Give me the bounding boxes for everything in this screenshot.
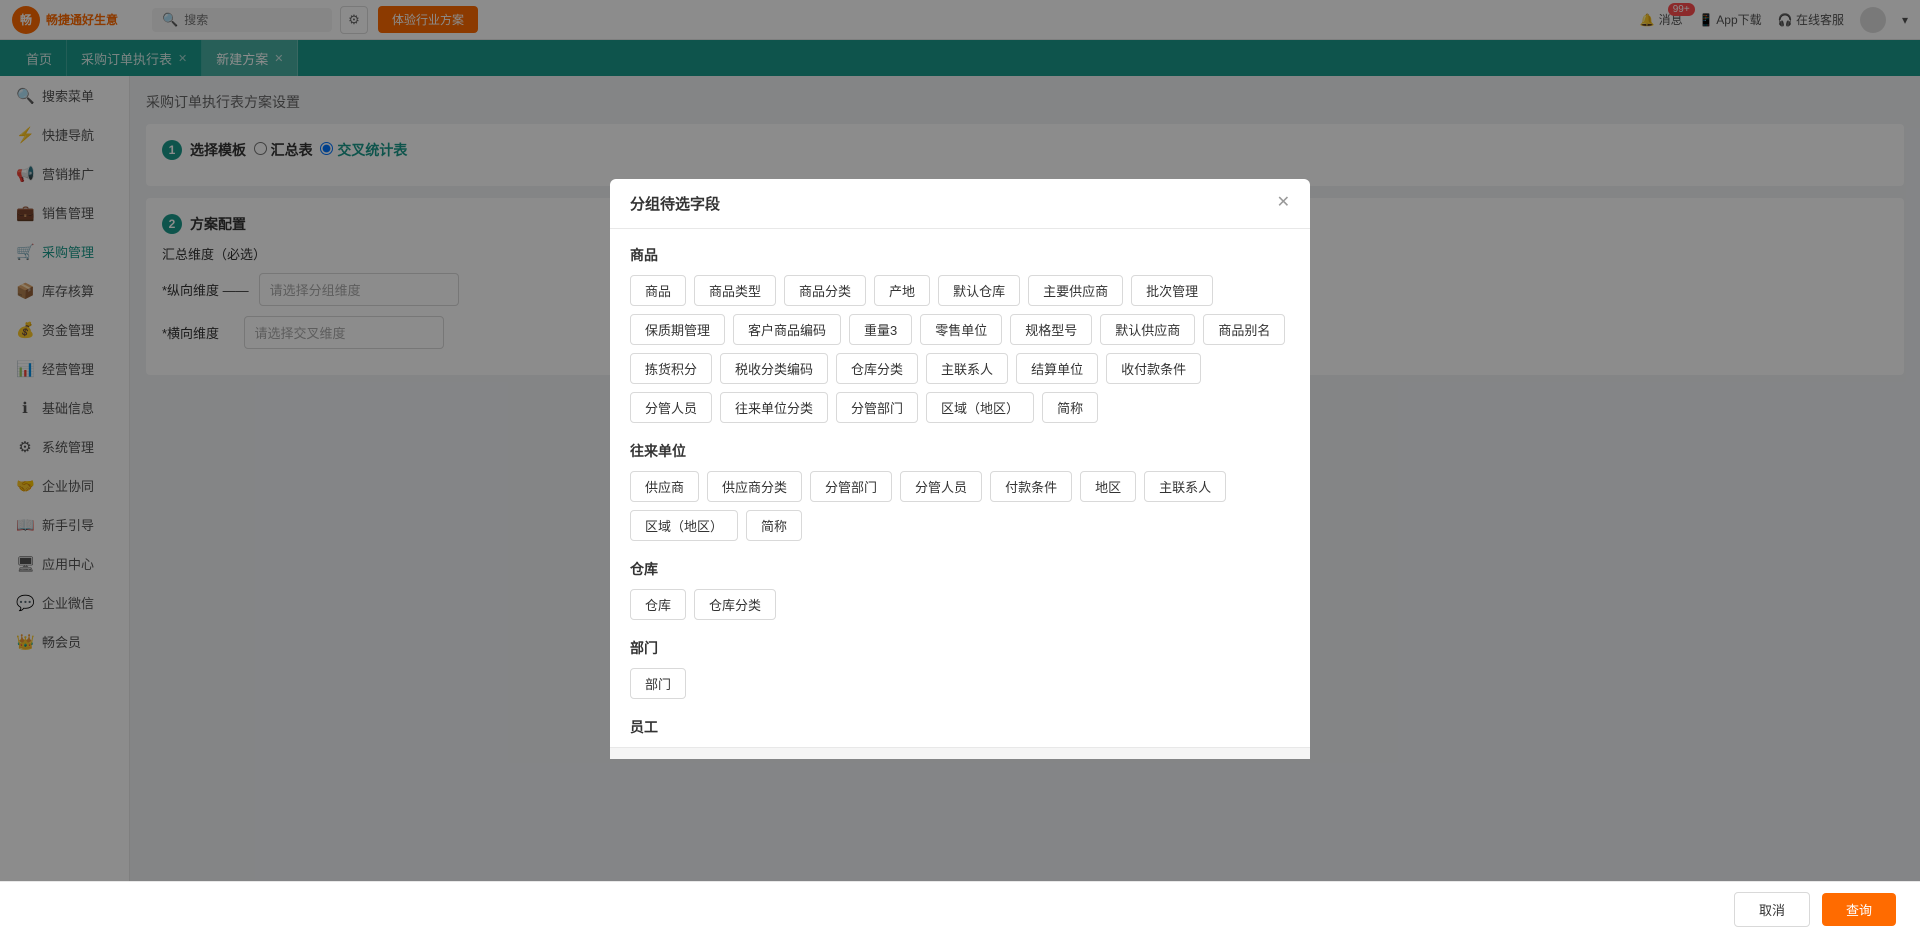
field-tag-main-contact[interactable]: 主联系人 bbox=[926, 353, 1008, 384]
field-tag-abbr[interactable]: 简称 bbox=[1042, 392, 1098, 423]
modal-footer: 取消 查询 bbox=[0, 881, 1920, 937]
field-tag-customer-code[interactable]: 客户商品编码 bbox=[733, 314, 841, 345]
modal-body: 商品 商品 商品类型 商品分类 产地 默认仓库 主要供应商 批次管理 保质期管理… bbox=[610, 229, 1310, 747]
cancel-button[interactable]: 取消 bbox=[1734, 892, 1810, 927]
section-warehouse: 仓库 仓库 仓库分类 bbox=[630, 559, 1290, 620]
counterpart-field-tags: 供应商 供应商分类 分管部门 分管人员 付款条件 地区 主联系人 区域（地区） … bbox=[630, 471, 1290, 541]
field-tag-supervisor[interactable]: 分管人员 bbox=[630, 392, 712, 423]
field-tag-supplier[interactable]: 供应商 bbox=[630, 471, 699, 502]
field-tag-main-supplier[interactable]: 主要供应商 bbox=[1028, 275, 1123, 306]
warehouse-field-tags: 仓库 仓库分类 bbox=[630, 589, 1290, 620]
modal-horizontal-scroll[interactable] bbox=[610, 747, 1310, 759]
field-tag-area[interactable]: 地区 bbox=[1080, 471, 1136, 502]
section-dept: 部门 部门 bbox=[630, 638, 1290, 699]
field-tag-person-sup[interactable]: 分管人员 bbox=[900, 471, 982, 502]
section-goods: 商品 商品 商品类型 商品分类 产地 默认仓库 主要供应商 批次管理 保质期管理… bbox=[630, 245, 1290, 423]
field-tag-warehouse-category[interactable]: 仓库分类 bbox=[836, 353, 918, 384]
field-tag-dept[interactable]: 部门 bbox=[630, 668, 686, 699]
section-goods-title: 商品 bbox=[630, 245, 1290, 265]
section-warehouse-title: 仓库 bbox=[630, 559, 1290, 579]
field-tag-supplier-category[interactable]: 供应商分类 bbox=[707, 471, 802, 502]
field-tag-counterpart-category[interactable]: 往来单位分类 bbox=[720, 392, 828, 423]
field-tag-settlement-unit[interactable]: 结算单位 bbox=[1016, 353, 1098, 384]
goods-field-tags: 商品 商品类型 商品分类 产地 默认仓库 主要供应商 批次管理 保质期管理 客户… bbox=[630, 275, 1290, 423]
field-tag-retail-unit[interactable]: 零售单位 bbox=[920, 314, 1002, 345]
field-select-modal: 分组待选字段 ✕ 商品 商品 商品类型 商品分类 产地 默认仓库 主要供应商 批… bbox=[610, 179, 1310, 759]
field-tag-region2[interactable]: 区域（地区） bbox=[630, 510, 738, 541]
field-tag-expire-manage[interactable]: 保质期管理 bbox=[630, 314, 725, 345]
field-tag-pick-points[interactable]: 拣货积分 bbox=[630, 353, 712, 384]
confirm-button[interactable]: 查询 bbox=[1822, 893, 1896, 926]
modal-overlay: 分组待选字段 ✕ 商品 商品 商品类型 商品分类 产地 默认仓库 主要供应商 批… bbox=[0, 0, 1920, 937]
field-tag-batch-manage[interactable]: 批次管理 bbox=[1131, 275, 1213, 306]
field-tag-abbr2[interactable]: 简称 bbox=[746, 510, 802, 541]
field-tag-warehouse[interactable]: 仓库 bbox=[630, 589, 686, 620]
section-counterpart-title: 往来单位 bbox=[630, 441, 1290, 461]
section-employee: 员工 业务员 bbox=[630, 717, 1290, 747]
field-tag-default-warehouse[interactable]: 默认仓库 bbox=[938, 275, 1020, 306]
field-tag-origin[interactable]: 产地 bbox=[874, 275, 930, 306]
field-tag-goods-category[interactable]: 商品分类 bbox=[784, 275, 866, 306]
modal-header: 分组待选字段 ✕ bbox=[610, 179, 1310, 229]
field-tag-goods[interactable]: 商品 bbox=[630, 275, 686, 306]
field-tag-warehouse-cat[interactable]: 仓库分类 bbox=[694, 589, 776, 620]
field-tag-main-contact2[interactable]: 主联系人 bbox=[1144, 471, 1226, 502]
modal-title: 分组待选字段 bbox=[630, 193, 720, 214]
field-tag-dept-supervisor[interactable]: 分管部门 bbox=[836, 392, 918, 423]
section-counterpart: 往来单位 供应商 供应商分类 分管部门 分管人员 付款条件 地区 主联系人 区域… bbox=[630, 441, 1290, 541]
modal-close-button[interactable]: ✕ bbox=[1277, 195, 1290, 211]
section-dept-title: 部门 bbox=[630, 638, 1290, 658]
field-tag-dept-sup[interactable]: 分管部门 bbox=[810, 471, 892, 502]
field-tag-tax-code[interactable]: 税收分类编码 bbox=[720, 353, 828, 384]
field-tag-default-supplier[interactable]: 默认供应商 bbox=[1100, 314, 1195, 345]
field-tag-payment-terms[interactable]: 收付款条件 bbox=[1106, 353, 1201, 384]
field-tag-region[interactable]: 区域（地区） bbox=[926, 392, 1034, 423]
field-tag-weight3[interactable]: 重量3 bbox=[849, 314, 912, 345]
field-tag-payment-cond[interactable]: 付款条件 bbox=[990, 471, 1072, 502]
dept-field-tags: 部门 bbox=[630, 668, 1290, 699]
field-tag-goods-alias[interactable]: 商品别名 bbox=[1203, 314, 1285, 345]
field-tag-spec-model[interactable]: 规格型号 bbox=[1010, 314, 1092, 345]
field-tag-goods-type[interactable]: 商品类型 bbox=[694, 275, 776, 306]
section-employee-title: 员工 bbox=[630, 717, 1290, 737]
